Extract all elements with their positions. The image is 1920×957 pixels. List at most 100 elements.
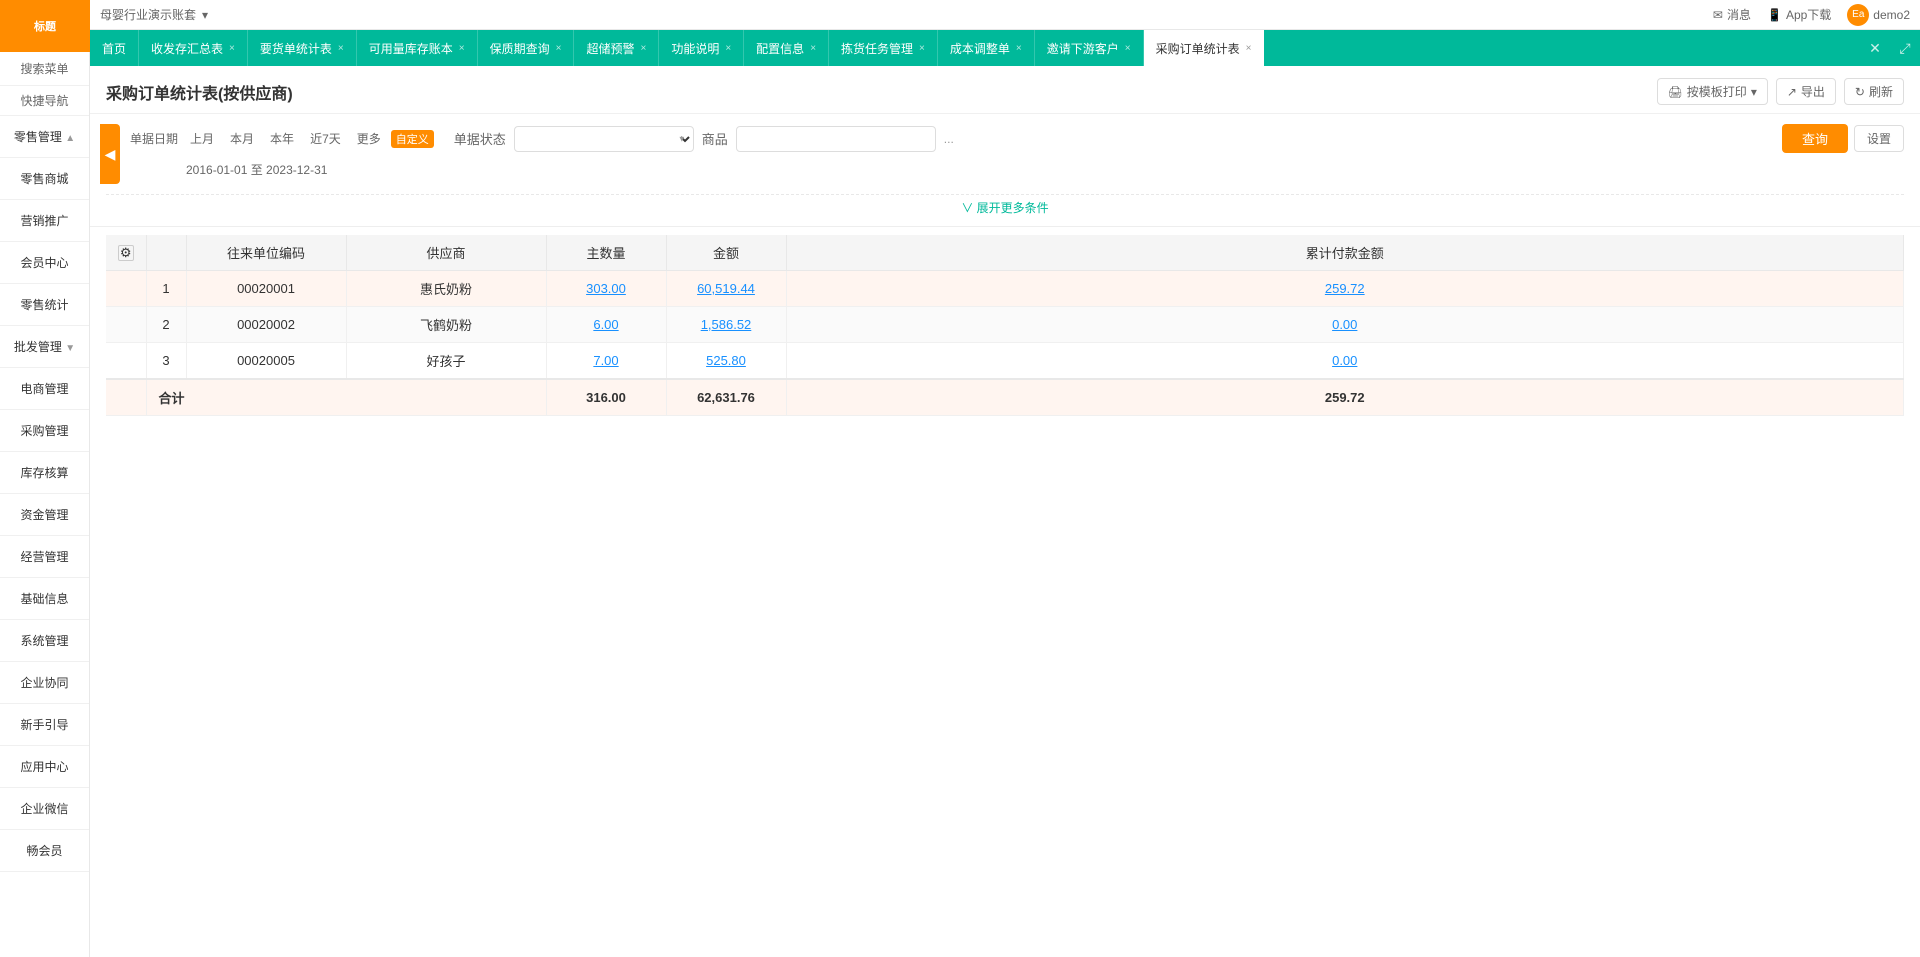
tab-home[interactable]: 首页 xyxy=(90,30,139,66)
paid-link[interactable]: 0.00 xyxy=(1332,353,1357,368)
close-icon[interactable]: × xyxy=(1246,43,1252,54)
sidebar-item-retail-stats[interactable]: 零售统计 xyxy=(0,284,89,326)
table-footer-row: 合计 316.00 62,631.76 259.72 xyxy=(106,379,1904,416)
close-icon[interactable]: × xyxy=(556,43,562,54)
sidebar: 标题 搜索菜单 快捷导航 零售管理 ▲ 零售商城 营销推广 会员中心 零售统计 … xyxy=(0,0,90,957)
close-icon[interactable]: × xyxy=(459,43,465,54)
date-last-month[interactable]: 上月 xyxy=(184,128,220,149)
nav-tabs-end: ✕ ⤢ xyxy=(1860,33,1920,63)
date-shortcuts: 上月 本月 本年 近7天 更多 自定义 xyxy=(184,128,434,149)
topbar-right: ✉ 消息 📱 App下载 Ea demo2 xyxy=(1713,4,1910,26)
table-row: 3 00020005 好孩子 7.00 525.80 0.00 xyxy=(106,343,1904,380)
tab-receive-summary[interactable]: 收发存汇总表 × xyxy=(139,30,248,66)
filter-date: 单据日期 上月 本月 本年 近7天 更多 自定义 xyxy=(130,128,434,149)
main-area: 母婴行业演示账套 ▾ ✉ 消息 📱 App下载 Ea demo2 xyxy=(90,0,1920,957)
tab-function-desc[interactable]: 功能说明 × xyxy=(659,30,744,66)
tab-overstock[interactable]: 超储预警 × xyxy=(574,30,659,66)
close-tab-btn[interactable]: ✕ xyxy=(1860,33,1890,63)
sidebar-item-operations[interactable]: 经营管理 xyxy=(0,536,89,578)
table-row: 2 00020002 飞鹤奶粉 6.00 1,586.52 0.00 xyxy=(106,307,1904,343)
close-icon[interactable]: × xyxy=(338,43,344,54)
close-icon[interactable]: × xyxy=(640,43,646,54)
date-last-7-days[interactable]: 近7天 xyxy=(304,128,347,149)
date-label: 单据日期 xyxy=(130,130,178,147)
amount-link[interactable]: 525.80 xyxy=(706,353,746,368)
print-icon: 🖨 xyxy=(1668,85,1683,99)
close-icon[interactable]: × xyxy=(1125,43,1131,54)
close-icon[interactable]: × xyxy=(810,43,816,54)
col-supplier-code: 往来单位编码 xyxy=(186,235,346,271)
qty-link[interactable]: 7.00 xyxy=(593,353,618,368)
date-this-month[interactable]: 本月 xyxy=(224,128,260,149)
goods-input[interactable] xyxy=(736,126,936,152)
status-label: 单据状态 xyxy=(454,129,506,148)
sidebar-item-members[interactable]: 会员中心 xyxy=(0,242,89,284)
tab-usable-inventory[interactable]: 可用量库存账本 × xyxy=(357,30,478,66)
sidebar-item-enterprise[interactable]: 企业协同 xyxy=(0,662,89,704)
tab-config[interactable]: 配置信息 × xyxy=(744,30,829,66)
sidebar-item-purchase[interactable]: 采购管理 xyxy=(0,410,89,452)
sidebar-item-marketing[interactable]: 营销推广 xyxy=(0,200,89,242)
sidebar-search[interactable]: 搜索菜单 xyxy=(0,52,89,86)
sidebar-item-app-center[interactable]: 应用中心 xyxy=(0,746,89,788)
close-icon[interactable]: × xyxy=(1016,43,1022,54)
page-header: 采购订单统计表(按供应商) 🖨 按模板打印 ▾ ↗ 导出 ↻ 刷新 xyxy=(90,66,1920,114)
col-supplier-name: 供应商 xyxy=(346,235,546,271)
print-dropdown-icon[interactable]: ▾ xyxy=(1751,85,1757,99)
custom-date-badge[interactable]: 自定义 xyxy=(391,130,434,148)
sidebar-item-wholesale[interactable]: 批发管理 ▼ xyxy=(0,326,89,368)
tab-cost-adjust[interactable]: 成本调整单 × xyxy=(938,30,1035,66)
sidebar-item-basic-info[interactable]: 基础信息 xyxy=(0,578,89,620)
more-options-btn[interactable]: ... xyxy=(944,132,954,146)
tab-invite-downstream[interactable]: 邀请下游客户 × xyxy=(1035,30,1144,66)
date-this-year[interactable]: 本年 xyxy=(264,128,300,149)
refresh-btn[interactable]: ↻ 刷新 xyxy=(1844,78,1904,105)
message-btn[interactable]: ✉ 消息 xyxy=(1713,6,1751,23)
settings-btn[interactable]: 设置 xyxy=(1854,125,1904,152)
date-range-display: 2016-01-01 至 2023-12-31 xyxy=(186,161,327,178)
close-icon[interactable]: × xyxy=(229,43,235,54)
export-btn[interactable]: ↗ 导出 xyxy=(1776,78,1836,105)
tab-shelf-life[interactable]: 保质期查询 × xyxy=(478,30,575,66)
amount-link[interactable]: 60,519.44 xyxy=(697,281,755,296)
page-content: 采购订单统计表(按供应商) 🖨 按模板打印 ▾ ↗ 导出 ↻ 刷新 xyxy=(90,66,1920,957)
sidebar-item-member[interactable]: 畅会员 xyxy=(0,830,89,872)
date-more[interactable]: 更多 xyxy=(351,128,387,149)
maximize-btn[interactable]: ⤢ xyxy=(1890,33,1920,63)
tab-picking-task[interactable]: 拣货任务管理 × xyxy=(829,30,938,66)
status-select-wrapper xyxy=(514,126,694,152)
goods-label: 商品 xyxy=(702,129,728,148)
qty-link[interactable]: 303.00 xyxy=(586,281,626,296)
sidebar-item-retail-store[interactable]: 零售商城 xyxy=(0,158,89,200)
sidebar-quick-nav[interactable]: 快捷导航 xyxy=(0,86,89,116)
user-profile[interactable]: Ea demo2 xyxy=(1847,4,1910,26)
paid-link[interactable]: 0.00 xyxy=(1332,317,1357,332)
tab-order-stats[interactable]: 要货单统计表 × xyxy=(248,30,357,66)
paid-link[interactable]: 259.72 xyxy=(1325,281,1365,296)
filter-collapse-btn[interactable]: ◀ xyxy=(100,124,120,184)
print-btn[interactable]: 🖨 按模板打印 ▾ xyxy=(1657,78,1768,105)
col-index xyxy=(146,235,186,271)
workspace-name: 母婴行业演示账套 xyxy=(100,6,196,23)
settings-icon[interactable]: ⚙ xyxy=(118,245,134,261)
page-title: 采购订单统计表(按供应商) xyxy=(106,80,293,104)
sidebar-item-system[interactable]: 系统管理 xyxy=(0,620,89,662)
qty-link[interactable]: 6.00 xyxy=(593,317,618,332)
app-download-btn[interactable]: 📱 App下载 xyxy=(1767,6,1831,23)
query-btn[interactable]: 查询 xyxy=(1782,124,1848,153)
sidebar-item-enterprise-wechat[interactable]: 企业微信 xyxy=(0,788,89,830)
status-select[interactable] xyxy=(514,126,694,152)
export-icon: ↗ xyxy=(1787,85,1797,99)
sidebar-item-retail-mgmt[interactable]: 零售管理 ▲ xyxy=(0,116,89,158)
sidebar-item-new-guide[interactable]: 新手引导 xyxy=(0,704,89,746)
tab-purchase-order-stats[interactable]: 采购订单统计表 × xyxy=(1144,30,1265,66)
sidebar-item-inventory[interactable]: 库存核算 xyxy=(0,452,89,494)
sidebar-item-finance[interactable]: 资金管理 xyxy=(0,494,89,536)
data-table: ⚙ 往来单位编码 供应商 主数量 金额 累计付款金额 xyxy=(106,235,1904,416)
workspace-dropdown-icon[interactable]: ▾ xyxy=(202,8,208,22)
close-icon[interactable]: × xyxy=(919,43,925,54)
sidebar-item-ecommerce[interactable]: 电商管理 xyxy=(0,368,89,410)
close-icon[interactable]: × xyxy=(725,43,731,54)
amount-link[interactable]: 1,586.52 xyxy=(701,317,752,332)
expand-more-btn[interactable]: ∨ 展开更多条件 xyxy=(961,199,1048,216)
